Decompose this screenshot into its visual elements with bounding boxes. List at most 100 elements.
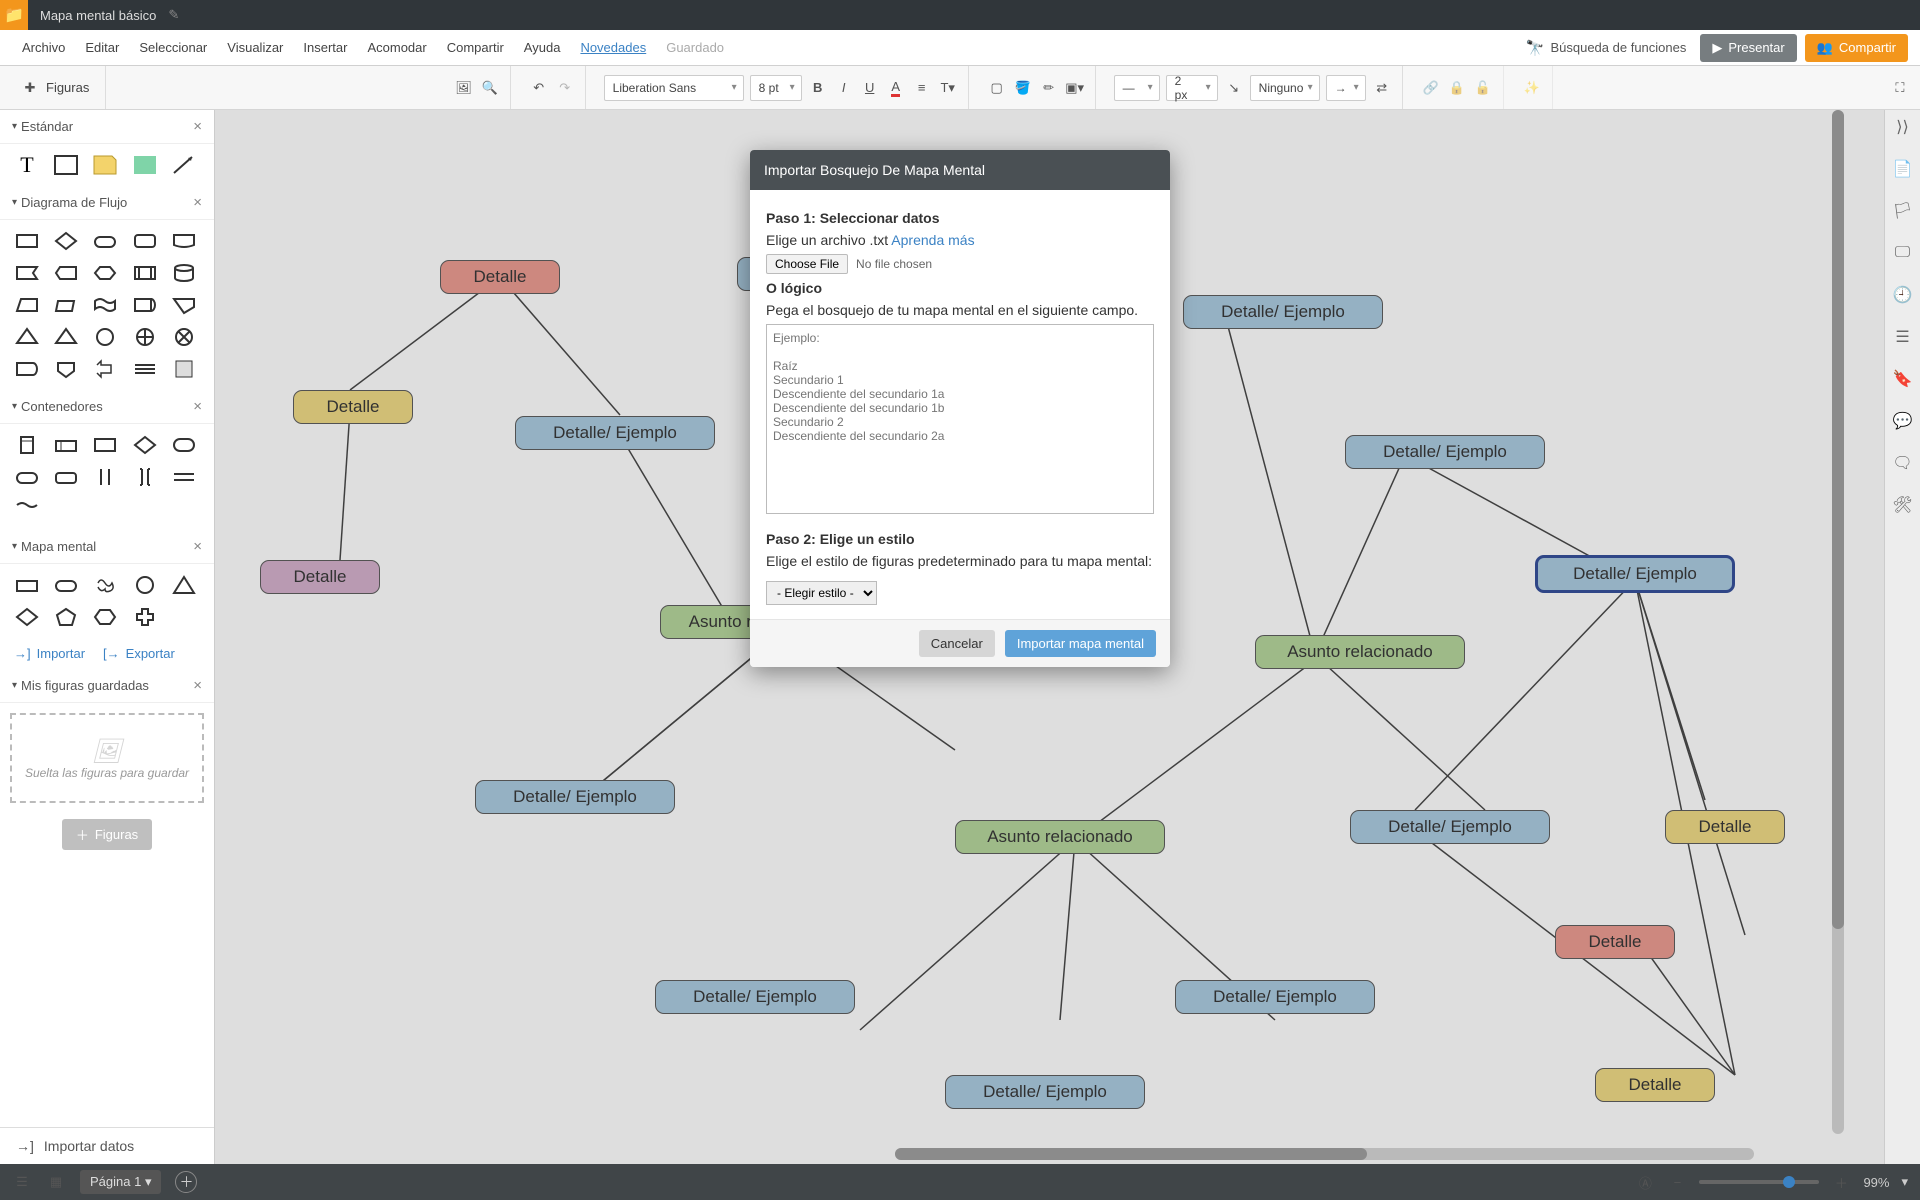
shapes-toggle-icon[interactable]: ✚: [20, 78, 40, 98]
shape-ct[interactable]: [53, 466, 79, 488]
shape-mm[interactable]: [14, 606, 40, 628]
magic-icon[interactable]: ✨: [1522, 78, 1542, 98]
menu-visualizar[interactable]: Visualizar: [217, 40, 293, 55]
menu-archivo[interactable]: Archivo: [12, 40, 75, 55]
zoom-out-icon[interactable]: −: [1667, 1172, 1687, 1192]
menu-insertar[interactable]: Insertar: [293, 40, 357, 55]
shape-style-icon[interactable]: ▣▾: [1065, 78, 1085, 98]
layers-icon[interactable]: ☰: [1892, 326, 1914, 348]
shape-fc[interactable]: [132, 358, 158, 380]
fill-rect-icon[interactable]: ▢: [987, 78, 1007, 98]
page-dropdown[interactable]: Página 1 ▾: [80, 1170, 161, 1194]
shape-fc[interactable]: [171, 358, 197, 380]
menu-ayuda[interactable]: Ayuda: [514, 40, 571, 55]
share-button[interactable]: 👥 Compartir: [1805, 34, 1908, 62]
menu-acomodar[interactable]: Acomodar: [357, 40, 436, 55]
shape-fc[interactable]: [171, 230, 197, 252]
close-icon[interactable]: ×: [193, 194, 202, 211]
shape-ct[interactable]: [92, 466, 118, 488]
bold-icon[interactable]: B: [808, 78, 828, 98]
close-icon[interactable]: ×: [193, 538, 202, 555]
tag-icon[interactable]: 🔖: [1892, 368, 1914, 390]
shape-fc[interactable]: [53, 294, 79, 316]
learn-more-link[interactable]: Aprenda más: [891, 232, 974, 248]
shape-mm[interactable]: [132, 574, 158, 596]
lock2-icon[interactable]: 🔓: [1473, 78, 1493, 98]
fill-bucket-icon[interactable]: 🪣: [1013, 78, 1033, 98]
close-icon[interactable]: ×: [193, 677, 202, 694]
add-page-button[interactable]: ＋: [175, 1171, 197, 1193]
shape-fc[interactable]: [53, 262, 79, 284]
shape-fc[interactable]: [14, 358, 40, 380]
grid-view-icon[interactable]: ▦: [46, 1172, 66, 1192]
section-mindmap[interactable]: ▾Mapa mental×: [0, 530, 214, 564]
collapse-icon[interactable]: ⟩⟩: [1892, 116, 1914, 138]
shape-arrow[interactable]: [171, 154, 197, 176]
shape-fc[interactable]: [92, 230, 118, 252]
underline-icon[interactable]: U: [860, 78, 880, 98]
line-curve-icon[interactable]: ↘: [1224, 78, 1244, 98]
shape-ct[interactable]: [171, 466, 197, 488]
shape-fc[interactable]: [14, 230, 40, 252]
comment-icon[interactable]: 💬: [1892, 410, 1914, 432]
shape-fc[interactable]: [53, 230, 79, 252]
zoom-dropdown-icon[interactable]: ▾: [1901, 1174, 1908, 1190]
folder-icon[interactable]: 📁: [0, 0, 28, 30]
export-link[interactable]: [→ Exportar: [103, 646, 175, 661]
shape-ct[interactable]: [132, 466, 158, 488]
shape-fc[interactable]: [171, 326, 197, 348]
shape-ct[interactable]: [14, 466, 40, 488]
font-dropdown[interactable]: Liberation Sans: [604, 75, 744, 101]
shape-mm[interactable]: [92, 574, 118, 596]
present-button[interactable]: ▶ Presentar: [1700, 34, 1796, 62]
align-icon[interactable]: ≡: [912, 78, 932, 98]
choose-file-button[interactable]: Choose File: [766, 254, 848, 274]
line-width-dropdown[interactable]: 2 px: [1166, 75, 1218, 101]
target-icon[interactable]: Ⓐ: [1635, 1172, 1655, 1192]
shape-fc[interactable]: [132, 326, 158, 348]
line-fill-dropdown[interactable]: Ninguno: [1250, 75, 1320, 101]
text-style-icon[interactable]: T▾: [938, 78, 958, 98]
shape-rect[interactable]: [53, 154, 79, 176]
fullscreen-icon[interactable]: ⛶: [1890, 78, 1910, 98]
shape-fc[interactable]: [171, 262, 197, 284]
settings-icon[interactable]: 🛠: [1892, 494, 1914, 516]
style-select[interactable]: - Elegir estilo -: [766, 581, 877, 605]
font-size-dropdown[interactable]: 8 pt: [750, 75, 802, 101]
shape-ct[interactable]: [14, 498, 40, 520]
shape-mm[interactable]: [132, 606, 158, 628]
zoom-in-icon[interactable]: ＋: [1831, 1172, 1851, 1192]
shape-ct[interactable]: [171, 434, 197, 456]
menu-editar[interactable]: Editar: [75, 40, 129, 55]
shape-fc[interactable]: [132, 262, 158, 284]
shape-note[interactable]: [92, 154, 118, 176]
link-icon[interactable]: 🔗: [1421, 78, 1441, 98]
list-view-icon[interactable]: ☰: [12, 1172, 32, 1192]
section-standard[interactable]: ▾Estándar×: [0, 110, 214, 144]
section-containers[interactable]: ▾Contenedores×: [0, 390, 214, 424]
shape-text[interactable]: T: [14, 154, 40, 176]
saved-drop-zone[interactable]: 🖼 Suelta las figuras para guardar: [10, 713, 204, 803]
shape-mm[interactable]: [171, 574, 197, 596]
menu-seleccionar[interactable]: Seleccionar: [129, 40, 217, 55]
shape-ct[interactable]: [53, 434, 79, 456]
line-style-dropdown[interactable]: —: [1114, 75, 1160, 101]
shape-ct[interactable]: [132, 434, 158, 456]
edit-title-icon[interactable]: ✎: [168, 7, 179, 23]
shape-fc[interactable]: [92, 262, 118, 284]
shape-ct[interactable]: [92, 434, 118, 456]
close-icon[interactable]: ×: [193, 118, 202, 135]
lock-icon[interactable]: 🔒: [1447, 78, 1467, 98]
italic-icon[interactable]: I: [834, 78, 854, 98]
shape-fc[interactable]: [92, 294, 118, 316]
shape-fc[interactable]: [14, 262, 40, 284]
shape-fc[interactable]: [92, 358, 118, 380]
shape-fc[interactable]: [53, 326, 79, 348]
section-flowchart[interactable]: ▾Diagrama de Flujo×: [0, 186, 214, 220]
border-color-icon[interactable]: ✏: [1039, 78, 1059, 98]
zoom-slider[interactable]: [1699, 1180, 1819, 1184]
undo-icon[interactable]: ↶: [529, 78, 549, 98]
clock-icon[interactable]: 🕘: [1892, 284, 1914, 306]
import-link[interactable]: →] Importar: [14, 646, 85, 661]
menu-compartir[interactable]: Compartir: [437, 40, 514, 55]
